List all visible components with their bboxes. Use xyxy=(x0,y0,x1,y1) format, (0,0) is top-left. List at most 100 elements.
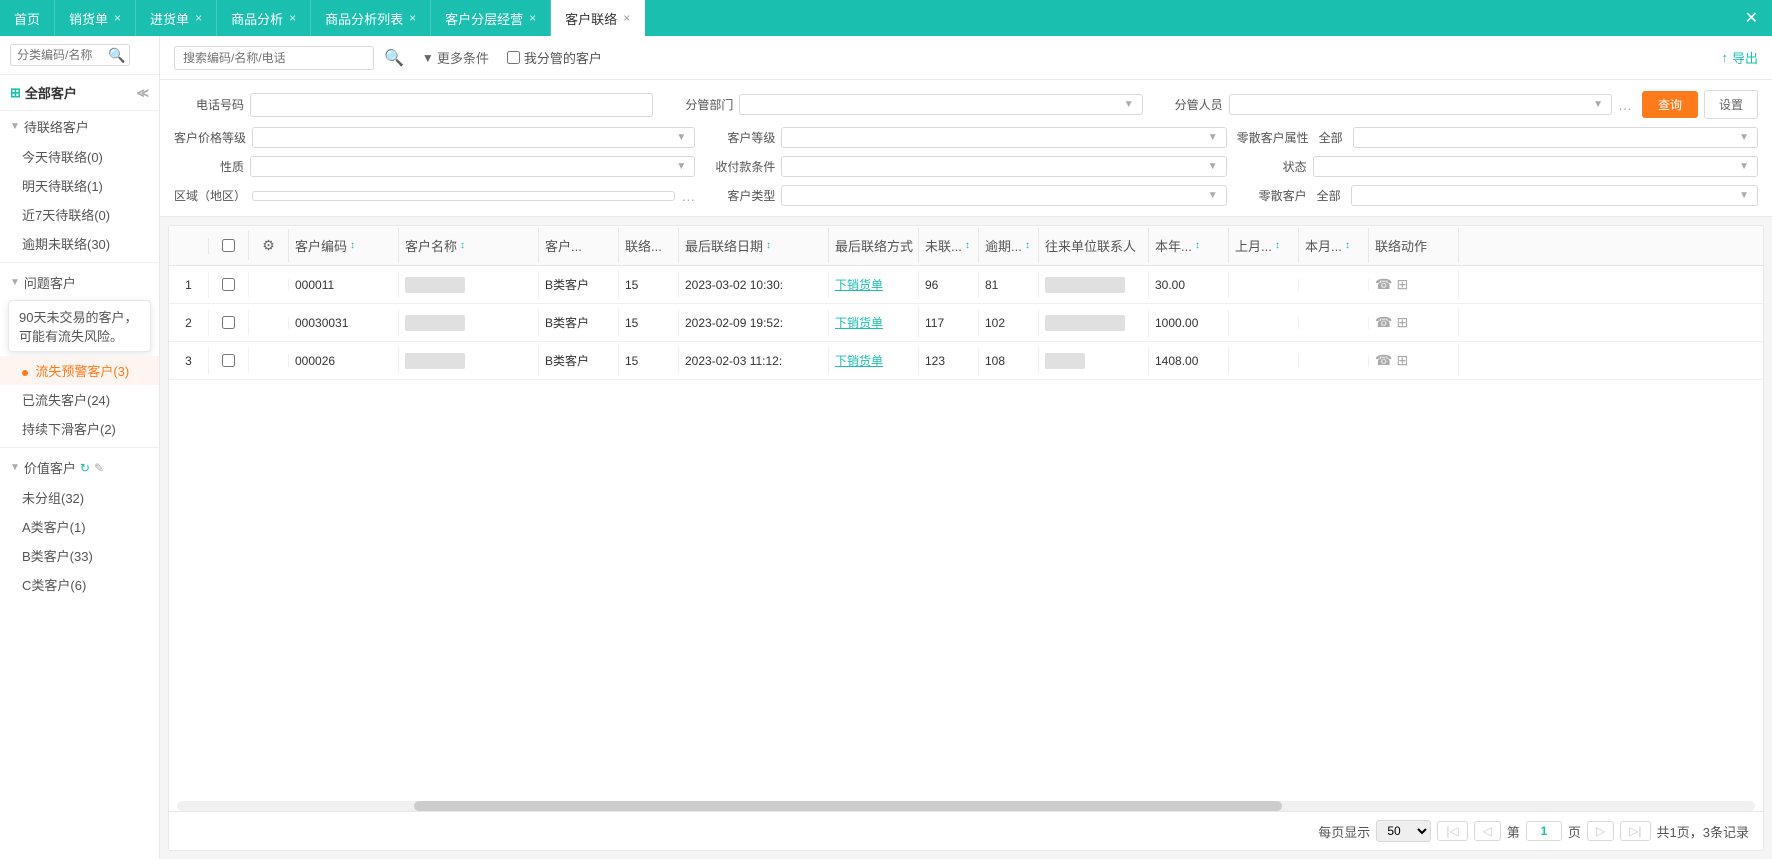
person-more[interactable]: … xyxy=(1618,97,1632,113)
zero-customer-value: 全部 xyxy=(1317,187,1341,204)
td-check-2[interactable] xyxy=(209,310,249,335)
row-checkbox-1[interactable] xyxy=(222,278,235,291)
sidebar-item-declining[interactable]: 持续下滑客户(2) xyxy=(0,414,159,443)
th-contact[interactable]: 联络... xyxy=(619,228,679,263)
page-size-select[interactable]: 50 20 100 xyxy=(1376,820,1431,842)
td-lastway-1[interactable]: 下销货单 xyxy=(829,270,919,299)
th-thisyear[interactable]: 本年... ↕ xyxy=(1149,228,1229,263)
action-more-icon-1[interactable]: ⊞ xyxy=(1396,276,1408,293)
action-more-icon-2[interactable]: ⊞ xyxy=(1396,314,1408,331)
th-lastway[interactable]: 最后联络方式 xyxy=(829,228,919,263)
last-page-button[interactable]: ▷| xyxy=(1620,821,1650,841)
sidebar-item-today[interactable]: 今天待联络(0) xyxy=(0,142,159,171)
my-customers-checkbox-label[interactable]: 我分管的客户 xyxy=(507,48,602,67)
td-check-1[interactable] xyxy=(209,272,249,297)
select-all-checkbox[interactable] xyxy=(222,239,235,252)
th-partner[interactable]: 往来单位联系人 xyxy=(1039,228,1149,263)
level-select[interactable]: ▼ xyxy=(781,127,1226,148)
table-settings-icon[interactable]: ⚙ xyxy=(262,237,275,254)
search-button[interactable]: 🔍 xyxy=(384,48,404,68)
tab-analysis-list-close[interactable]: × xyxy=(409,11,416,25)
action-phone-icon-2[interactable]: ☎ xyxy=(1375,314,1392,331)
sidebar-search-area: 🔍 xyxy=(0,36,159,75)
sidebar-item-churn-warning[interactable]: 流失预警客户(3) xyxy=(0,356,159,385)
tab-customer-contact-close[interactable]: × xyxy=(623,11,630,25)
gender-label: 性质 xyxy=(174,158,244,175)
th-overdue[interactable]: 逾期... ↕ xyxy=(979,228,1039,263)
sidebar-section-value[interactable]: ▼ 价值客户 ↻ ✎ xyxy=(0,452,159,483)
settings-button[interactable]: 设置 xyxy=(1704,90,1758,119)
th-thismonth[interactable]: 本月... ↕ xyxy=(1299,228,1369,263)
status-select[interactable]: ▼ xyxy=(1313,156,1758,177)
sidebar-section-pending[interactable]: ▼ 待联络客户 xyxy=(0,111,159,142)
tab-home[interactable]: 首页 xyxy=(0,0,55,36)
search-input[interactable] xyxy=(174,46,374,70)
tab-customer-layer[interactable]: 客户分层经营 × xyxy=(431,0,551,36)
region-select[interactable] xyxy=(252,191,675,201)
person-select[interactable]: ▼ xyxy=(1229,94,1612,115)
horizontal-scroll-thumb[interactable] xyxy=(414,801,1282,811)
export-button[interactable]: ↑ 导出 xyxy=(1721,48,1758,67)
sidebar-section-problem[interactable]: ▼ 问题客户 xyxy=(0,267,159,298)
value-section-refresh[interactable]: ↻ xyxy=(80,461,90,475)
next-page-button[interactable]: ▷ xyxy=(1587,821,1614,841)
tab-sales[interactable]: 销货单 × xyxy=(55,0,136,36)
tab-sales-close[interactable]: × xyxy=(114,11,121,25)
window-close-button[interactable]: ✕ xyxy=(1731,8,1772,28)
sidebar-item-ungrouped[interactable]: 未分组(32) xyxy=(0,483,159,512)
th-check[interactable] xyxy=(209,231,249,260)
dept-select[interactable]: ▼ xyxy=(739,94,1142,115)
zero-attr-select[interactable]: ▼ xyxy=(1353,127,1758,148)
tab-customer-contact[interactable]: 客户联络 × xyxy=(551,0,645,36)
gender-select[interactable]: ▼ xyxy=(250,156,695,177)
query-button[interactable]: 查询 xyxy=(1642,91,1698,118)
th-code[interactable]: 客户编码 ↕ xyxy=(289,228,399,263)
th-uncontact[interactable]: 未联... ↕ xyxy=(919,228,979,263)
td-lastway-3[interactable]: 下销货单 xyxy=(829,346,919,375)
custtype-select[interactable]: ▼ xyxy=(781,185,1226,206)
horizontal-scrollbar[interactable] xyxy=(177,801,1755,811)
tab-purchase[interactable]: 进货单 × xyxy=(136,0,217,36)
tab-analysis[interactable]: 商品分析 × xyxy=(217,0,311,36)
sidebar-item-churned[interactable]: 已流失客户(24) xyxy=(0,385,159,414)
current-page-input[interactable] xyxy=(1526,821,1562,841)
first-page-button[interactable]: |◁ xyxy=(1437,821,1467,841)
sidebar-item-overdue[interactable]: 逾期未联络(30) xyxy=(0,229,159,258)
row-checkbox-3[interactable] xyxy=(222,354,235,367)
region-more[interactable]: … xyxy=(681,188,695,204)
price-select[interactable]: ▼ xyxy=(252,127,695,148)
td-check-3[interactable] xyxy=(209,348,249,373)
action-phone-icon-3[interactable]: ☎ xyxy=(1375,352,1392,369)
prev-page-button[interactable]: ◁ xyxy=(1474,821,1501,841)
sidebar-item-class-a[interactable]: A类客户(1) xyxy=(0,512,159,541)
level-label: 客户等级 xyxy=(705,129,775,146)
tab-analysis-close[interactable]: × xyxy=(289,11,296,25)
my-customers-checkbox[interactable] xyxy=(507,51,520,64)
more-conditions-button[interactable]: ▼ 更多条件 xyxy=(414,44,497,71)
th-lastmonth[interactable]: 上月... ↕ xyxy=(1229,228,1299,263)
tab-purchase-close[interactable]: × xyxy=(195,11,202,25)
sidebar-item-7days[interactable]: 近7天待联络(0) xyxy=(0,200,159,229)
th-settings[interactable]: ⚙ xyxy=(249,229,289,262)
action-phone-icon-1[interactable]: ☎ xyxy=(1375,276,1392,293)
th-type[interactable]: 客户... xyxy=(539,228,619,263)
tab-analysis-list[interactable]: 商品分析列表 × xyxy=(311,0,431,36)
zero-attr-label: 零散客户属性 xyxy=(1237,129,1309,146)
payment-select[interactable]: ▼ xyxy=(781,156,1226,177)
value-section-edit[interactable]: ✎ xyxy=(94,461,104,475)
sidebar-search-icon[interactable]: 🔍 xyxy=(108,47,125,64)
phone-input[interactable] xyxy=(250,93,653,117)
blurred-partner-2 xyxy=(1045,315,1125,331)
th-lastdate[interactable]: 最后联络日期 ↕ xyxy=(679,228,829,263)
td-lastway-2[interactable]: 下销货单 xyxy=(829,308,919,337)
tab-customer-layer-close[interactable]: × xyxy=(529,11,536,25)
sidebar-item-tomorrow[interactable]: 明天待联络(1) xyxy=(0,171,159,200)
sidebar-item-class-c[interactable]: C类客户(6) xyxy=(0,570,159,599)
zero-customer-select[interactable]: ▼ xyxy=(1351,185,1758,206)
action-more-icon-3[interactable]: ⊞ xyxy=(1396,352,1408,369)
sort-icon-name: ↕ xyxy=(460,240,465,251)
sidebar-item-class-b[interactable]: B类客户(33) xyxy=(0,541,159,570)
row-checkbox-2[interactable] xyxy=(222,316,235,329)
th-name[interactable]: 客户名称 ↕ xyxy=(399,228,539,263)
sidebar-all-customers[interactable]: ⊞ 全部客户 ≪ xyxy=(0,75,159,111)
